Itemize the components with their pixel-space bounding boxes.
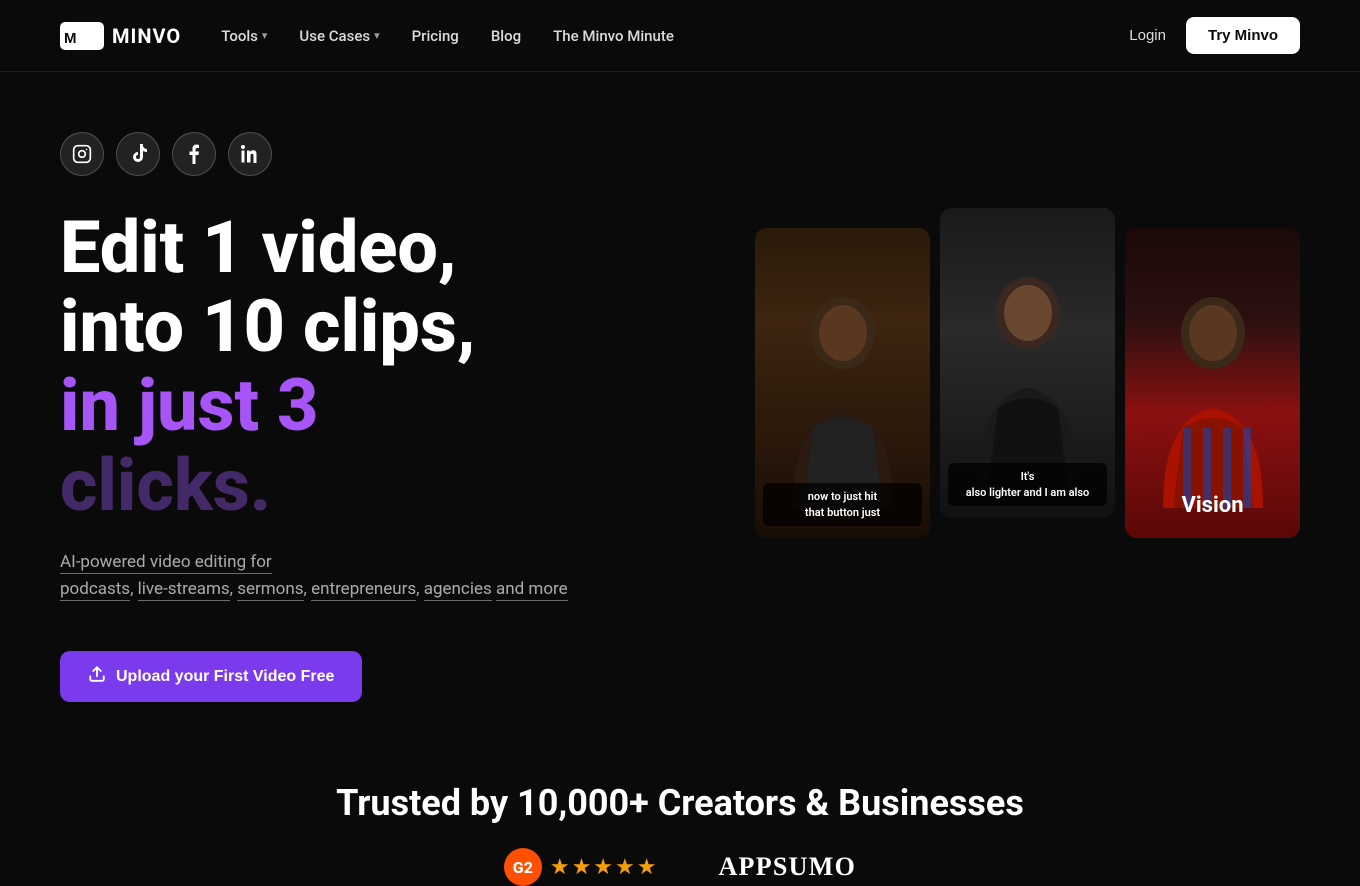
facebook-icon[interactable] [172,132,216,176]
hero-content: Edit 1 video, into 10 clips, in just 3 c… [60,208,1300,702]
video-caption-2: It'salso lighter and I am also [948,463,1107,506]
video-caption-1: now to just hitthat button just [763,483,922,526]
person-silhouette-1 [783,288,903,508]
subtitle-tag-sermons: sermons [237,579,303,601]
nav-item-use-cases[interactable]: Use Cases ▾ [299,27,379,45]
login-button[interactable]: Login [1129,27,1166,44]
trusted-section: Trusted by 10,000+ Creators & Businesses… [0,722,1360,886]
hero-subtitle: AI-powered video editing for podcasts, l… [60,549,568,603]
logo[interactable]: M MINVO [60,22,181,50]
g2-icon: G2 [504,848,542,886]
upload-icon [88,665,106,688]
video-thumbnails: now to just hitthat button just It'salso… [755,208,1300,538]
hero-section: Edit 1 video, into 10 clips, in just 3 c… [0,72,1360,702]
person-silhouette-3 [1153,288,1273,508]
nav-left: M MINVO Tools ▾ Use Cases ▾ Pricing [60,22,674,50]
instagram-icon[interactable] [60,132,104,176]
nav-item-pricing[interactable]: Pricing [412,27,459,45]
nav-item-tools[interactable]: Tools ▾ [221,27,267,45]
g2-stars: ★★★★★ [550,855,659,880]
subtitle-tag-entrepreneurs: entrepreneurs [311,579,416,601]
trusted-title: Trusted by 10,000+ Creators & Businesses [60,782,1300,824]
hero-title-line1: Edit 1 video, [60,208,568,287]
video-vision-label: Vision [1181,493,1243,518]
g2-logo: G2 ★★★★★ [504,848,659,886]
person-silhouette-2 [968,268,1088,488]
nav-item-minvo-minute[interactable]: The Minvo Minute [553,27,674,45]
chevron-down-icon: ▾ [262,29,268,42]
hero-title-line4: clicks. [60,446,568,525]
video-thumb-2: It'salso lighter and I am also [940,208,1115,518]
hero-text: Edit 1 video, into 10 clips, in just 3 c… [60,208,568,702]
nav-item-blog[interactable]: Blog [491,27,521,45]
subtitle-tag-agencies: agencies [424,579,492,601]
hero-title-line2: into 10 clips, [60,287,568,366]
video-thumb-1: now to just hitthat button just [755,228,930,538]
chevron-down-icon: ▾ [374,29,380,42]
tiktok-icon[interactable] [116,132,160,176]
linkedin-icon[interactable] [228,132,272,176]
subtitle-tag-livestreams: live-streams [138,579,230,601]
navigation: M MINVO Tools ▾ Use Cases ▾ Pricing [0,0,1360,72]
hero-title-line3: in just 3 [60,366,568,445]
nav-right: Login Try Minvo [1129,17,1300,54]
appsumo-logo: APPSUMO [718,852,856,882]
nav-links: Tools ▾ Use Cases ▾ Pricing Blog [221,27,674,45]
try-minvo-button[interactable]: Try Minvo [1186,17,1300,54]
social-icons-row [60,132,1300,176]
brand-name: MINVO [112,24,181,48]
upload-button[interactable]: Upload your First Video Free [60,651,362,702]
trusted-logos: G2 ★★★★★ APPSUMO [60,848,1300,886]
video-thumb-3: Vision [1125,228,1300,538]
logo-icon: M [60,22,104,50]
hero-heading: Edit 1 video, into 10 clips, in just 3 c… [60,208,568,525]
svg-text:M: M [64,30,77,47]
subtitle-tag-podcasts: podcasts [60,579,130,601]
